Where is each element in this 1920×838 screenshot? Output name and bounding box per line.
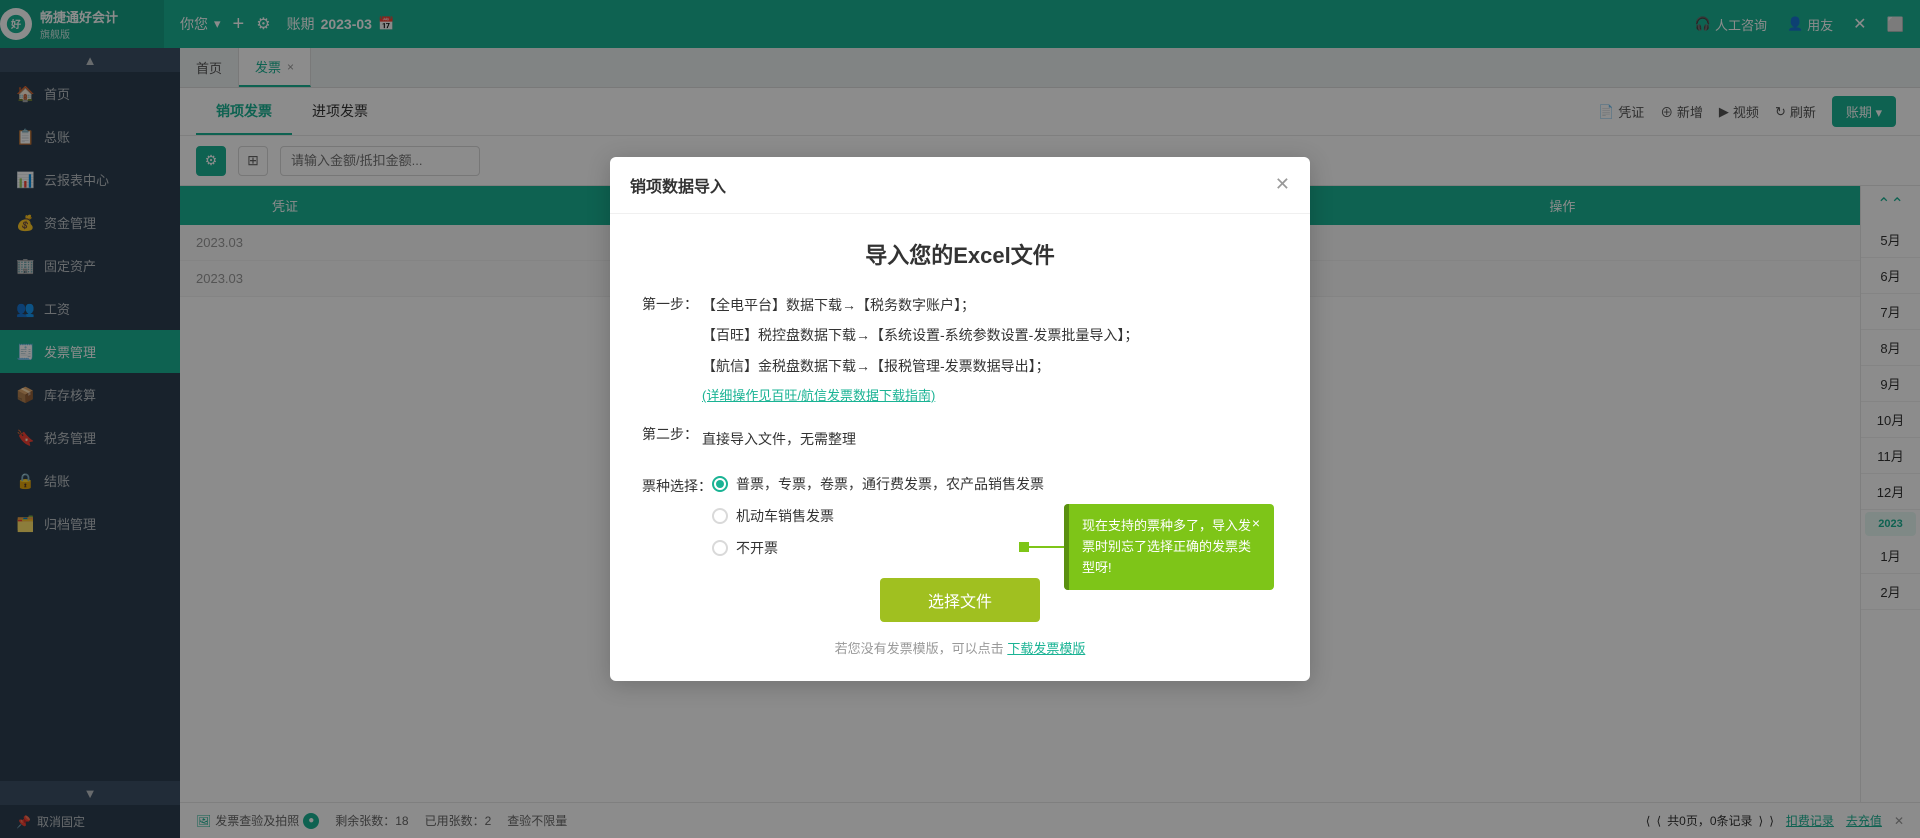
radio-noticket[interactable]: 不开票 bbox=[712, 538, 1044, 558]
step1-link[interactable]: (详细操作见百旺/航信发票数据下载指南) bbox=[702, 388, 935, 403]
radio-motor-circle bbox=[712, 508, 728, 524]
radio-motor-label: 机动车销售发票 bbox=[736, 506, 834, 526]
step2-label: 第二步： bbox=[642, 424, 702, 444]
step1-label: 第一步： bbox=[642, 294, 702, 394]
step1-line1: 【全电平台】数据下载→【税务数字账户】； bbox=[702, 294, 1138, 316]
tooltip-area: × 现在支持的票种多了，导入发票时别忘了选择正确的发票类型呀! bbox=[1019, 504, 1274, 590]
tooltip-line-dot bbox=[1019, 542, 1064, 552]
import-modal: 销项数据导入 ✕ 导入您的Excel文件 第一步： 【全电平台】数据下载→【税务… bbox=[610, 157, 1310, 681]
radio-normal-inner bbox=[716, 480, 724, 488]
tooltip-accent-bar bbox=[1064, 504, 1069, 590]
ticket-label: 票种选择： bbox=[642, 474, 712, 496]
modal-title: 销项数据导入 bbox=[630, 173, 726, 197]
modal-body: 导入您的Excel文件 第一步： 【全电平台】数据下载→【税务数字账户】； 【百… bbox=[610, 214, 1310, 681]
radio-container: 普票，专票，卷票，通行费发票，农产品销售发票 机动车销售发票 不开票 bbox=[712, 474, 1044, 558]
radio-normal[interactable]: 普票，专票，卷票，通行费发票，农产品销售发票 bbox=[712, 474, 1044, 494]
step1-line3: 【航信】金税盘数据下载→【报税管理-发票数据导出】； bbox=[702, 355, 1138, 377]
radio-noticket-label: 不开票 bbox=[736, 538, 778, 558]
tooltip-text: 现在支持的票种多了，导入发票时别忘了选择正确的发票类型呀! bbox=[1082, 518, 1251, 575]
step2-text: 直接导入文件，无需整理 bbox=[702, 429, 856, 449]
step2-section: 第二步： 直接导入文件，无需整理 bbox=[642, 424, 1278, 454]
modal-overlay: 销项数据导入 ✕ 导入您的Excel文件 第一步： 【全电平台】数据下载→【税务… bbox=[0, 0, 1920, 838]
step1-section: 第一步： 【全电平台】数据下载→【税务数字账户】； 【百旺】税控盘数据下载→【系… bbox=[642, 294, 1278, 404]
footer-text: 若您没有发票模版，可以点击 bbox=[835, 641, 1004, 656]
download-template-link[interactable]: 下载发票模版 bbox=[1007, 641, 1085, 656]
ticket-section: 票种选择： 普票，专票，卷票，通行费发票，农产品销售发票 机动车销售发票 bbox=[642, 474, 1278, 558]
radio-normal-label: 普票，专票，卷票，通行费发票，农产品销售发票 bbox=[736, 474, 1044, 494]
radio-noticket-circle bbox=[712, 540, 728, 556]
modal-close-btn[interactable]: ✕ bbox=[1275, 174, 1290, 195]
tooltip-connector bbox=[1029, 546, 1064, 548]
radio-normal-circle bbox=[712, 476, 728, 492]
tooltip-box: × 现在支持的票种多了，导入发票时别忘了选择正确的发票类型呀! bbox=[1064, 504, 1274, 590]
radio-motor[interactable]: 机动车销售发票 bbox=[712, 506, 1044, 526]
modal-main-title: 导入您的Excel文件 bbox=[642, 238, 1278, 270]
select-file-btn[interactable]: 选择文件 bbox=[880, 578, 1040, 622]
tooltip-close-btn[interactable]: × bbox=[1252, 516, 1260, 530]
step1-link-container: (详细操作见百旺/航信发票数据下载指南) bbox=[702, 385, 1138, 404]
modal-footer: 若您没有发票模版，可以点击 下载发票模版 bbox=[642, 638, 1278, 657]
step1-line2: 【百旺】税控盘数据下载→【系统设置-系统参数设置-发票批量导入】； bbox=[702, 324, 1138, 346]
tooltip-dot bbox=[1019, 542, 1029, 552]
modal-header: 销项数据导入 ✕ bbox=[610, 157, 1310, 214]
